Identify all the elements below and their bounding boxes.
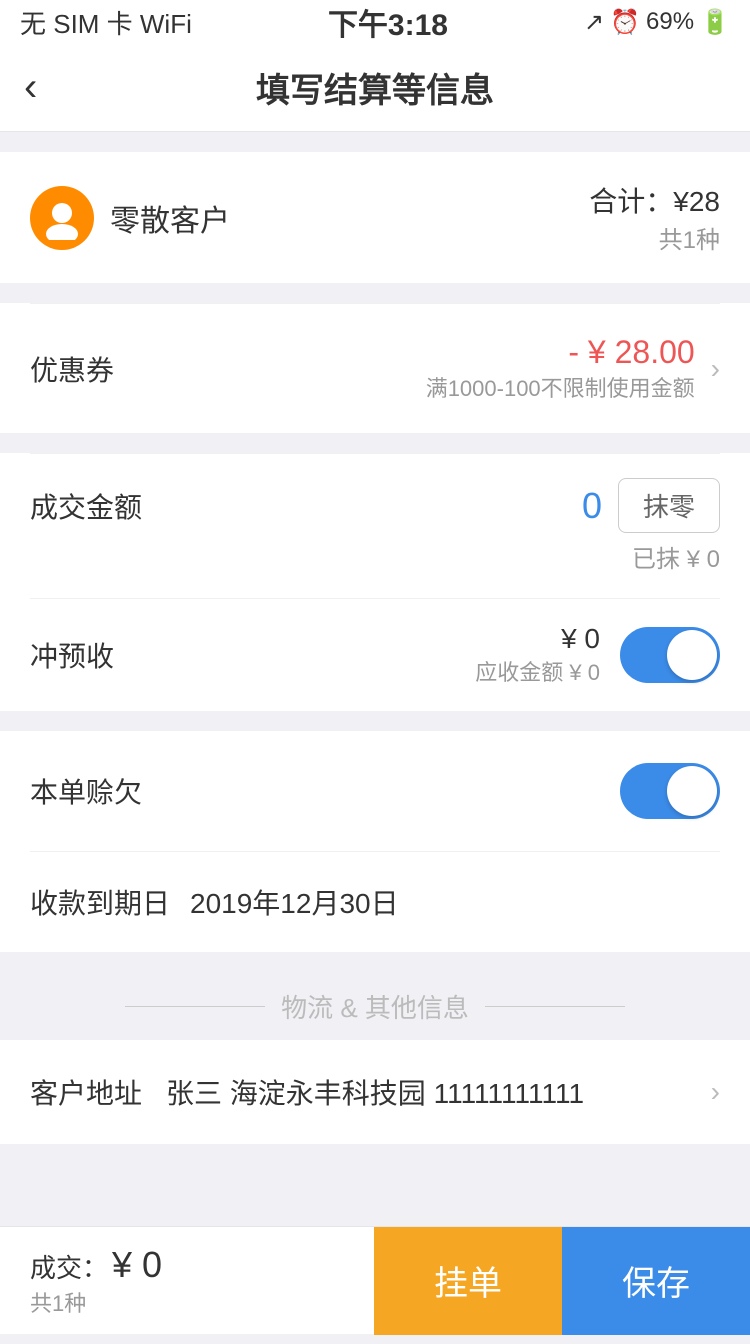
logistics-label: 物流 & 其他信息	[281, 988, 469, 1025]
pending-button[interactable]: 挂单	[374, 1227, 562, 1335]
address-section[interactable]: 客户地址 张三 海淀永丰科技园 11111111111 ›	[0, 1040, 750, 1144]
gap-5	[0, 952, 750, 972]
total-amount: 合计：¥28	[589, 180, 720, 220]
due-date-row: 收款到期日 2019年12月30日	[30, 851, 720, 952]
deal-section: 成交金额 0 抹零 已抹 ¥ 0 冲预收 ¥ 0 应收金额 ¥ 0	[0, 453, 750, 711]
credit-section: 本单赊欠 收款到期日 2019年12月30日	[0, 731, 750, 952]
prepay-row: 冲预收 ¥ 0 应收金额 ¥ 0	[30, 598, 720, 711]
prepay-amounts: ¥ 0 应收金额 ¥ 0	[475, 623, 600, 687]
bottom-deal-row: 成交： ¥ 0	[30, 1244, 344, 1286]
deal-right: 0 抹零	[582, 478, 720, 533]
save-button[interactable]: 保存	[562, 1227, 750, 1335]
page-title: 填写结算等信息	[256, 63, 494, 112]
gap-1	[0, 132, 750, 152]
battery-icon: 🔋	[700, 8, 730, 37]
status-left: 无 SIM 卡 WiFi	[20, 4, 192, 41]
location-icon: ↗	[584, 8, 604, 37]
customer-total: 合计：¥28 共1种	[589, 180, 720, 255]
round-down-button[interactable]: 抹零	[618, 478, 720, 533]
prepay-right: ¥ 0 应收金额 ¥ 0	[475, 623, 720, 687]
logistics-line-left	[125, 1006, 265, 1007]
deal-amount-row: 成交金额 0 抹零 已抹 ¥ 0	[30, 453, 720, 598]
back-button[interactable]: ‹	[24, 65, 37, 110]
address-label: 客户地址	[30, 1072, 142, 1112]
coupon-discount: - ¥ 28.00	[426, 334, 695, 371]
status-time: 下午3:18	[328, 0, 448, 44]
coupon-section[interactable]: 优惠券 - ¥ 28.00 满1000-100不限制使用金额 ›	[0, 303, 750, 433]
deal-label: 成交金额	[30, 486, 142, 526]
bottom-deal-amount: ¥ 0	[112, 1244, 162, 1286]
gap-2	[0, 283, 750, 303]
coupon-value-block: - ¥ 28.00 满1000-100不限制使用金额	[426, 334, 695, 403]
logistics-line-right	[485, 1006, 625, 1007]
address-chevron-icon: ›	[711, 1076, 720, 1108]
coupon-row[interactable]: 优惠券 - ¥ 28.00 满1000-100不限制使用金额 ›	[30, 303, 720, 433]
avatar	[30, 186, 94, 250]
deal-top: 成交金额 0 抹零	[30, 478, 720, 533]
prepay-sub-amount: 应收金额 ¥ 0	[475, 655, 600, 687]
status-bar: 无 SIM 卡 WiFi 下午3:18 ↗ ⏰ 69% 🔋	[0, 0, 750, 44]
customer-left: 零散客户	[30, 186, 230, 250]
logistics-text: 物流 & 其他信息	[125, 988, 625, 1025]
deal-sub: 已抹 ¥ 0	[30, 533, 720, 598]
bottom-count: 共1种	[30, 1286, 344, 1318]
prepay-toggle[interactable]	[620, 627, 720, 683]
address-row[interactable]: 客户地址 张三 海淀永丰科技园 11111111111 ›	[30, 1040, 720, 1144]
prepay-label: 冲预收	[30, 635, 114, 675]
gap-3	[0, 433, 750, 453]
chevron-right-icon: ›	[711, 353, 720, 385]
credit-toggle[interactable]	[620, 763, 720, 819]
bottom-info: 成交： ¥ 0 共1种	[0, 1244, 374, 1318]
customer-row: 零散客户 合计：¥28 共1种	[30, 152, 720, 283]
battery-text: 69%	[646, 8, 694, 36]
total-count: 共1种	[589, 220, 720, 255]
logistics-divider: 物流 & 其他信息	[0, 972, 750, 1040]
due-date-label: 收款到期日	[30, 882, 170, 922]
deal-value: 0	[582, 485, 602, 527]
alarm-icon: ⏰	[610, 8, 640, 37]
customer-section: 零散客户 合计：¥28 共1种	[0, 152, 750, 283]
address-value: 张三 海淀永丰科技园 11111111111	[166, 1072, 711, 1112]
gap-4	[0, 711, 750, 731]
bottom-bar: 成交： ¥ 0 共1种 挂单 保存	[0, 1226, 750, 1334]
credit-row: 本单赊欠	[30, 731, 720, 851]
coupon-desc: 满1000-100不限制使用金额	[426, 371, 695, 403]
coupon-label: 优惠券	[30, 349, 114, 389]
credit-toggle-knob	[667, 766, 717, 816]
customer-name: 零散客户	[110, 196, 230, 240]
coupon-right: - ¥ 28.00 满1000-100不限制使用金额 ›	[426, 334, 720, 403]
bottom-deal-label: 成交：	[30, 1248, 108, 1285]
prepay-main-amount: ¥ 0	[475, 623, 600, 655]
due-date-value: 2019年12月30日	[190, 882, 399, 922]
toggle-knob	[667, 630, 717, 680]
no-sim-text: 无 SIM 卡 WiFi	[20, 4, 192, 41]
nav-bar: ‹ 填写结算等信息	[0, 44, 750, 132]
status-right: ↗ ⏰ 69% 🔋	[584, 8, 730, 37]
credit-label: 本单赊欠	[30, 771, 142, 811]
